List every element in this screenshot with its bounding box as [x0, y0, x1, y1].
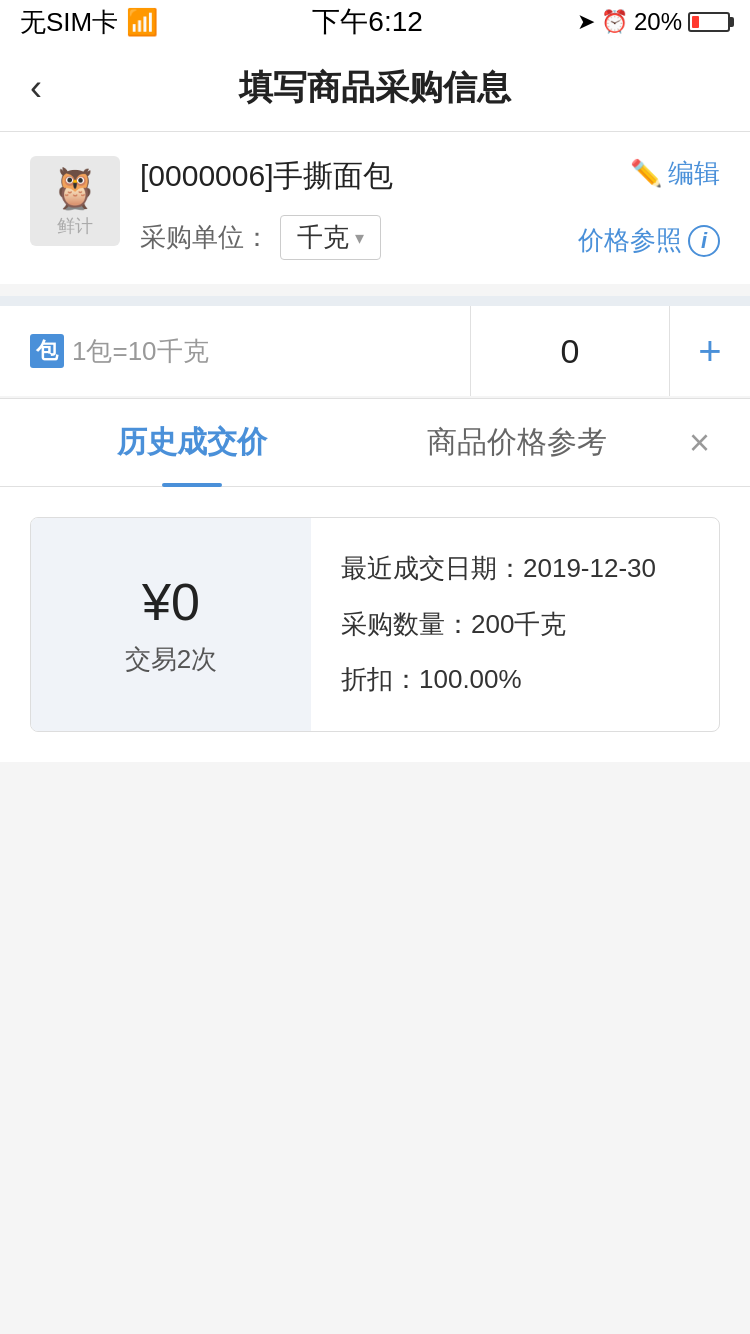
edit-label: 编辑 — [668, 156, 720, 191]
unit-value: 千克 — [297, 220, 349, 255]
product-section: 🦉 鲜计 [0000006]手撕面包 采购单位： 千克 ▾ ✏️ 编辑 — [0, 132, 750, 284]
price-ref-label: 价格参照 — [578, 223, 682, 258]
carrier-text: 无SIM卡 — [20, 5, 118, 40]
unit-dropdown[interactable]: 千克 ▾ — [280, 215, 381, 260]
alarm-icon: ⏰ — [601, 9, 628, 35]
chevron-down-icon: ▾ — [355, 227, 364, 249]
product-logo-icon: 🦉 — [50, 165, 100, 212]
status-right: ➤ ⏰ 20% — [577, 8, 730, 36]
product-name: [0000006]手撕面包 — [140, 156, 393, 197]
section-divider — [0, 296, 750, 306]
quantity-controls: + — [470, 306, 750, 396]
unit-label: 采购单位： — [140, 220, 270, 255]
page-title: 填写商品采购信息 — [239, 65, 511, 111]
edit-icon: ✏️ — [630, 158, 662, 189]
price-card: ¥0 交易2次 最近成交日期：2019-12-30 采购数量：200千克 折扣：… — [30, 517, 720, 732]
main-content-area — [0, 762, 750, 1322]
location-icon: ➤ — [577, 9, 595, 35]
tab-bar: 历史成交价 商品价格参考 × — [0, 399, 750, 487]
price-transactions: 交易2次 — [125, 642, 217, 677]
last-transaction-date: 最近成交日期：2019-12-30 — [341, 548, 689, 590]
price-amount: ¥0 — [142, 572, 200, 632]
product-logo-text: 鲜计 — [57, 214, 93, 238]
panel-close-button[interactable]: × — [679, 415, 720, 471]
battery-icon — [688, 12, 730, 32]
back-button[interactable]: ‹ — [20, 57, 52, 119]
quantity-plus-button[interactable]: + — [670, 306, 750, 396]
battery-percent: 20% — [634, 8, 682, 36]
status-bar: 无SIM卡 📶 下午6:12 ➤ ⏰ 20% — [0, 0, 750, 44]
bottom-panel: 历史成交价 商品价格参考 × ¥0 交易2次 最近成交日期：2019-12-30… — [0, 398, 750, 762]
unit-icon-box: 包 — [30, 334, 64, 368]
status-time: 下午6:12 — [312, 3, 423, 41]
info-icon: i — [688, 225, 720, 257]
tab-history-price[interactable]: 历史成交价 — [30, 399, 354, 487]
price-card-left: ¥0 交易2次 — [31, 518, 311, 731]
unit-conversion-text: 1包=10千克 — [72, 334, 209, 369]
discount: 折扣：100.00% — [341, 659, 689, 701]
status-left: 无SIM卡 📶 — [20, 5, 158, 40]
edit-button[interactable]: ✏️ 编辑 — [630, 156, 720, 191]
history-price-content: ¥0 交易2次 最近成交日期：2019-12-30 采购数量：200千克 折扣：… — [0, 487, 750, 762]
quantity-input[interactable] — [470, 306, 670, 396]
tab-product-price-reference[interactable]: 商品价格参考 — [354, 399, 678, 487]
price-card-right: 最近成交日期：2019-12-30 采购数量：200千克 折扣：100.00% — [311, 518, 719, 731]
price-reference-button[interactable]: 价格参照 i — [578, 223, 720, 258]
product-thumbnail: 🦉 鲜计 — [30, 156, 120, 246]
purchase-quantity: 采购数量：200千克 — [341, 604, 689, 646]
nav-bar: ‹ 填写商品采购信息 — [0, 44, 750, 132]
quantity-section: 包 1包=10千克 + — [0, 306, 750, 396]
wifi-icon: 📶 — [126, 7, 158, 38]
